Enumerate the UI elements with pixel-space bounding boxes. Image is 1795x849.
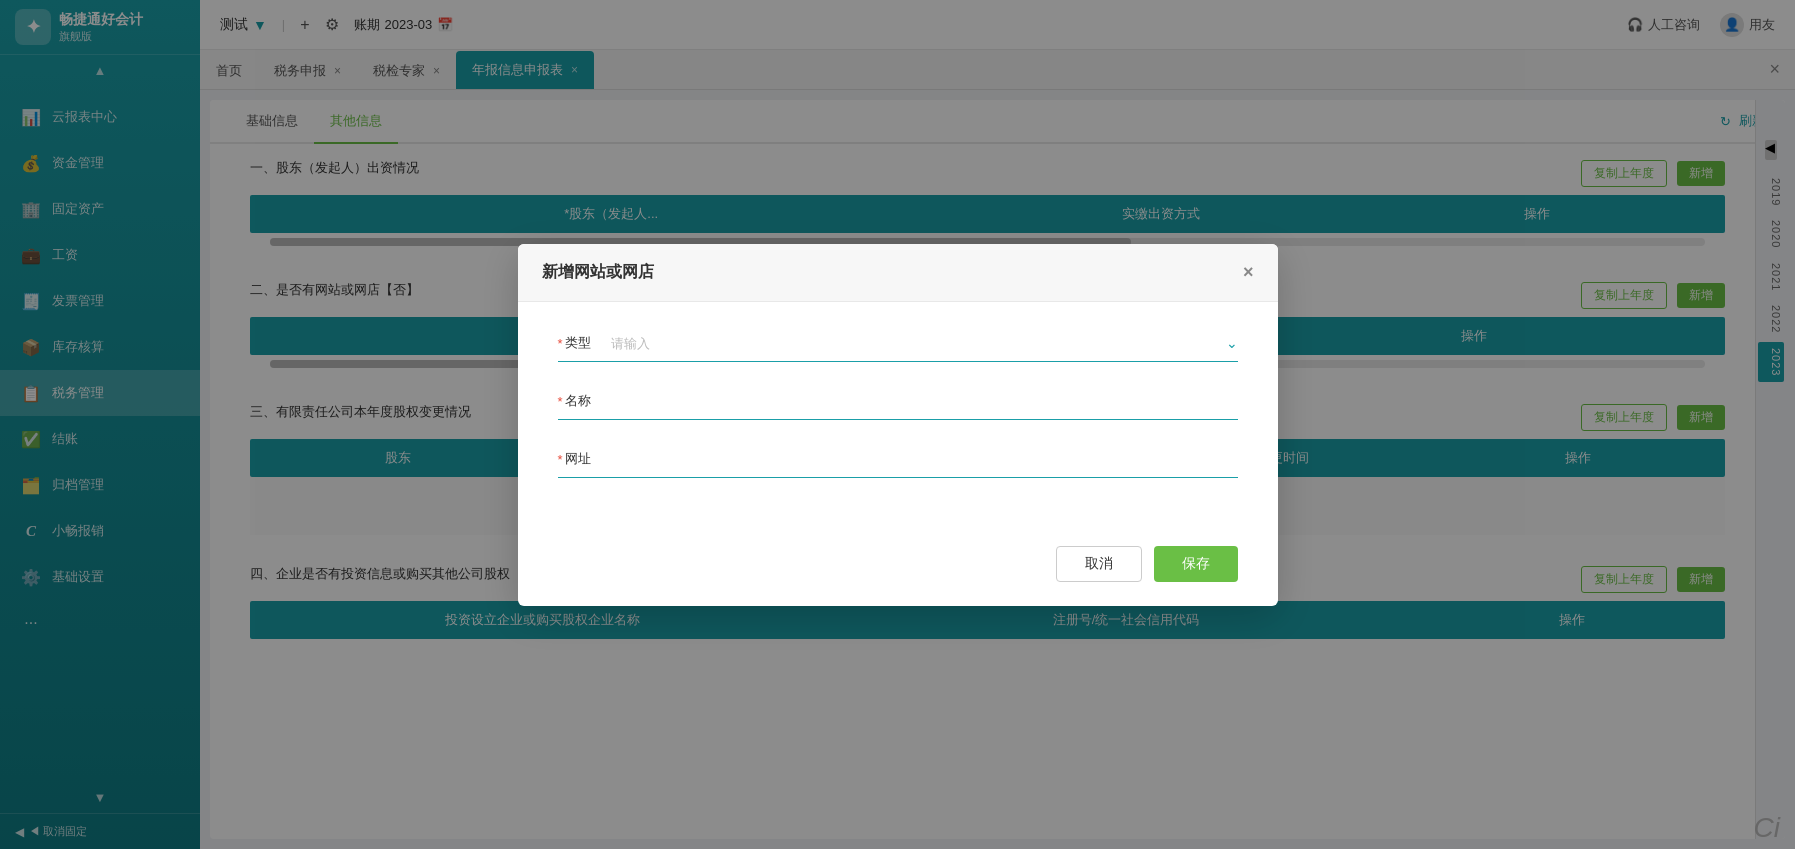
name-field-row: * 名称 <box>558 390 1238 420</box>
name-input[interactable] <box>611 390 1238 413</box>
modal-close-btn[interactable]: × <box>1243 262 1254 283</box>
url-field-row: * 网址 <box>558 448 1238 478</box>
add-website-modal: 新增网站或网店 × * 类型 ⌄ * <box>518 244 1278 606</box>
type-label: * 类型 <box>558 334 591 352</box>
save-button[interactable]: 保存 <box>1154 546 1238 582</box>
cancel-button[interactable]: 取消 <box>1056 546 1142 582</box>
form-row-name: * 名称 <box>558 390 1238 420</box>
modal-overlay: 新增网站或网店 × * 类型 ⌄ * <box>0 0 1795 849</box>
type-field-row: * 类型 ⌄ <box>558 332 1238 362</box>
url-label: * 网址 <box>558 450 591 468</box>
modal-footer: 取消 保存 <box>518 526 1278 606</box>
type-input[interactable] <box>611 332 1216 355</box>
modal-body: * 类型 ⌄ * 名称 <box>518 302 1278 526</box>
type-dropdown-arrow[interactable]: ⌄ <box>1226 335 1238 351</box>
modal-title: 新增网站或网店 <box>542 262 654 283</box>
url-input[interactable] <box>611 448 1238 471</box>
modal-header: 新增网站或网店 × <box>518 244 1278 302</box>
form-row-type: * 类型 ⌄ <box>558 332 1238 362</box>
form-row-url: * 网址 <box>558 448 1238 478</box>
name-label: * 名称 <box>558 392 591 410</box>
